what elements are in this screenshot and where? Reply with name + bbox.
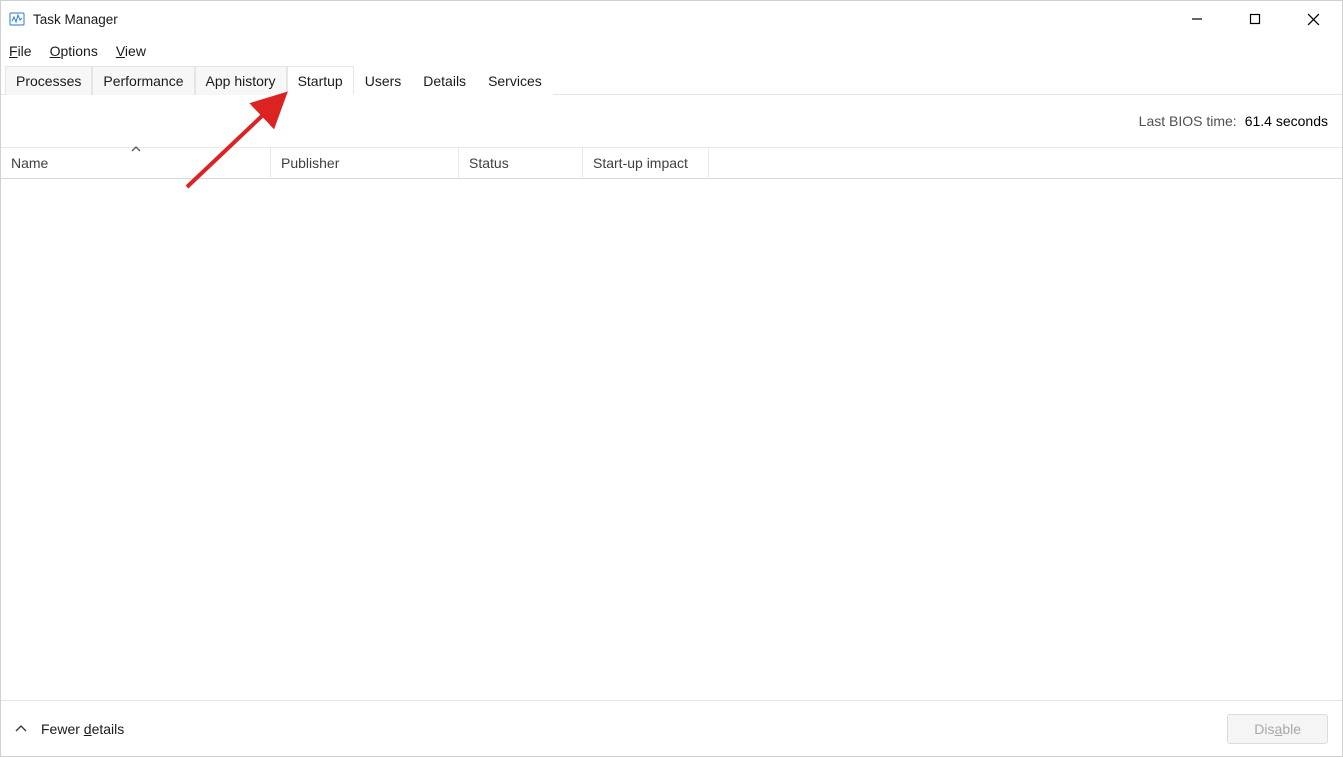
maximize-button[interactable] [1226,1,1284,37]
menubar: File Options View [1,37,1342,65]
tab-services[interactable]: Services [477,66,553,95]
table-header: Name Publisher Status Start-up impact [1,147,1342,179]
column-header-publisher[interactable]: Publisher [271,148,459,178]
minimize-button[interactable] [1168,1,1226,37]
tab-app-history[interactable]: App history [195,66,287,95]
chevron-up-icon [15,723,27,735]
window-title: Task Manager [33,12,118,27]
column-header-status[interactable]: Status [459,148,583,178]
fewer-details-toggle[interactable]: Fewer details [15,721,124,737]
close-button[interactable] [1284,1,1342,37]
column-header-impact[interactable]: Start-up impact [583,148,709,178]
disable-button[interactable]: Disable [1227,714,1328,744]
column-label: Publisher [281,155,339,171]
table-body [1,179,1342,700]
menu-view[interactable]: View [116,43,146,59]
tab-details[interactable]: Details [412,66,477,95]
menu-options[interactable]: Options [50,43,98,59]
tab-users[interactable]: Users [354,66,413,95]
status-line: Last BIOS time: 61.4 seconds [1,95,1342,147]
task-manager-icon [9,11,25,27]
column-label: Start-up impact [593,155,688,171]
column-label: Status [469,155,509,171]
tab-performance[interactable]: Performance [92,66,194,95]
menu-file[interactable]: File [9,43,32,59]
tabs: Processes Performance App history Startu… [1,65,1342,95]
bios-time-label: Last BIOS time: [1139,113,1237,129]
fewer-details-label: Fewer details [41,721,124,737]
titlebar-left: Task Manager [9,11,118,27]
column-label: Name [11,155,48,171]
window-controls [1168,1,1342,37]
tab-processes[interactable]: Processes [5,66,92,95]
tab-startup[interactable]: Startup [287,66,354,95]
column-header-name[interactable]: Name [1,148,271,178]
titlebar: Task Manager [1,1,1342,37]
footer: Fewer details Disable [1,700,1342,756]
bios-time-value: 61.4 seconds [1245,113,1328,129]
sort-ascending-icon [130,145,142,153]
task-manager-window: Task Manager File Options View Processes… [0,0,1343,757]
